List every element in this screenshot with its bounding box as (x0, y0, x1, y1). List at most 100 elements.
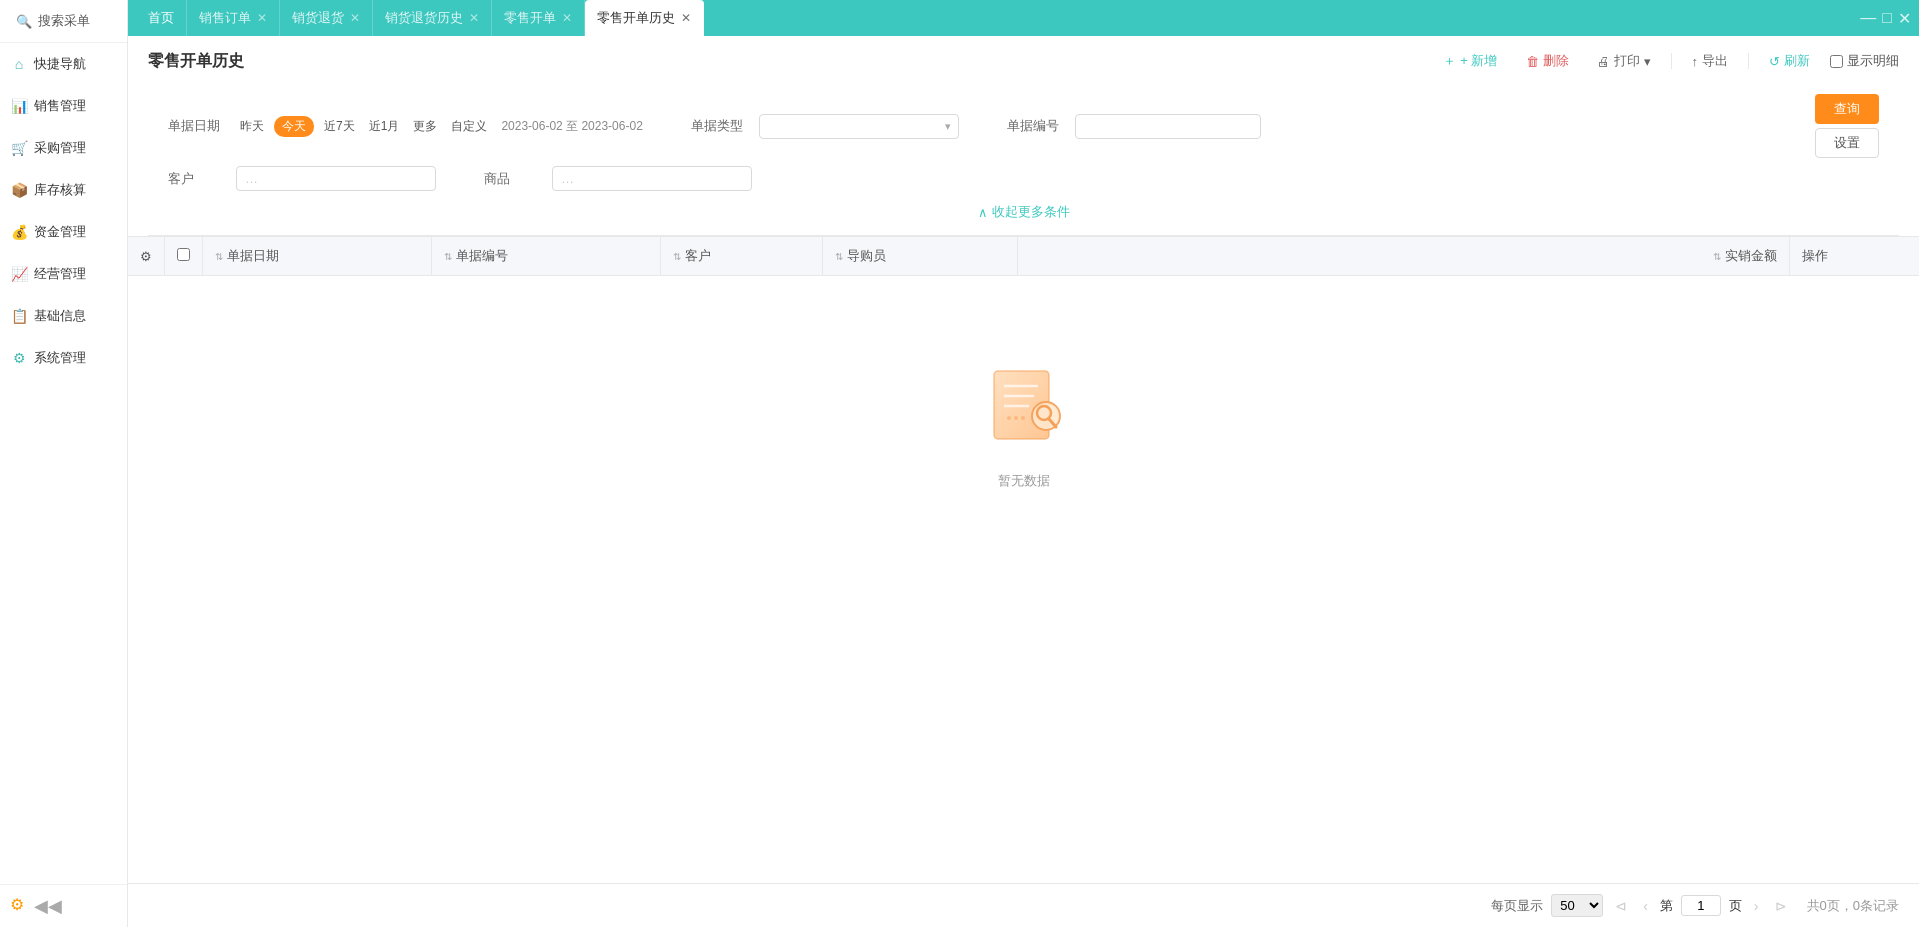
customer-filter-label: 客户 (168, 170, 228, 188)
tab-close-retail-open[interactable]: ✕ (562, 11, 572, 25)
table-header: ⚙ 单据日期 单据编号 客户 导购员 实销金额 操作 (128, 237, 1919, 276)
tab-retail-open[interactable]: 零售开单 ✕ (492, 0, 585, 36)
print-button[interactable]: 🖨 打印 ▾ (1589, 48, 1659, 74)
date-btn-more[interactable]: 更多 (409, 116, 441, 137)
delete-label: 删除 (1543, 52, 1569, 70)
date-btn-custom[interactable]: 自定义 (447, 116, 491, 137)
refresh-icon: ↺ (1769, 54, 1780, 69)
sales-mgmt-label: 销售管理 (34, 97, 86, 115)
data-table: ⚙ 单据日期 单据编号 客户 导购员 实销金额 操作 (128, 237, 1919, 570)
tab-close-sales-order[interactable]: ✕ (257, 11, 267, 25)
tab-close-sales-return-history[interactable]: ✕ (469, 11, 479, 25)
tabbar: 首页销售订单✕销货退货✕销货退货历史✕零售开单✕零售开单历史✕ — □ ✕ (128, 0, 1919, 36)
col-date[interactable]: 单据日期 (203, 237, 432, 276)
sort-guide[interactable]: 导购员 (835, 247, 1005, 265)
tab-label-sales-order: 销售订单 (199, 9, 251, 27)
tab-close-sales-return[interactable]: ✕ (350, 11, 360, 25)
delete-button[interactable]: 🗑 删除 (1518, 48, 1577, 74)
col-customer[interactable]: 客户 (660, 237, 822, 276)
sidebar-item-operation[interactable]: 📈 经营管理 (0, 253, 127, 295)
sales-mgmt-icon: 📊 (10, 97, 28, 115)
sidebar-item-finance[interactable]: 💰 资金管理 (0, 211, 127, 253)
sort-customer[interactable]: 客户 (673, 247, 810, 265)
settings-bottom-icon[interactable]: ⚙ (10, 895, 24, 917)
basic-info-label: 基础信息 (34, 307, 86, 325)
inventory-label: 库存核算 (34, 181, 86, 199)
collapse-more-btn[interactable]: ∧ 收起更多条件 (168, 199, 1879, 225)
tab-retail-open-history[interactable]: 零售开单历史✕ (585, 0, 704, 36)
page-label-after: 页 (1729, 897, 1742, 915)
collapse-label: 收起更多条件 (992, 203, 1070, 221)
tab-label-home: 首页 (148, 9, 174, 27)
new-button[interactable]: ＋ + 新增 (1435, 48, 1505, 74)
page-input[interactable] (1681, 895, 1721, 916)
last-page-button[interactable]: ⊳ (1771, 896, 1791, 916)
date-btn-today[interactable]: 今天 (274, 116, 314, 137)
sort-amount[interactable]: 实销金额 (1030, 247, 1776, 265)
sort-number[interactable]: 单据编号 (444, 247, 648, 265)
customer-input-placeholder: … (245, 171, 258, 186)
tab-close-retail-open-history[interactable]: ✕ (681, 11, 691, 25)
customer-input-wrap[interactable]: … (236, 166, 436, 191)
tab-label-retail-open: 零售开单 (504, 9, 556, 27)
tab-label-sales-return-history: 销货退货历史 (385, 9, 463, 27)
date-btn-7days[interactable]: 近7天 (320, 116, 359, 137)
filter-row-2: 客户 … 商品 … (168, 166, 1879, 191)
sidebar-item-inventory[interactable]: 📦 库存核算 (0, 169, 127, 211)
refresh-button[interactable]: ↺ 刷新 (1761, 48, 1818, 74)
type-select[interactable] (759, 114, 959, 139)
display-detail-input[interactable] (1830, 55, 1843, 68)
query-button[interactable]: 查询 (1815, 94, 1879, 124)
window-restore-icon[interactable]: □ (1882, 9, 1892, 28)
export-button[interactable]: ↑ 导出 (1684, 48, 1737, 74)
sort-date[interactable]: 单据日期 (215, 247, 419, 265)
sidebar-item-quick-nav[interactable]: ⌂ 快捷导航 (0, 43, 127, 85)
purchase-mgmt-label: 采购管理 (34, 139, 86, 157)
col-settings[interactable]: ⚙ (128, 237, 165, 276)
system-icon: ⚙ (10, 349, 28, 367)
per-page-select[interactable]: 50 10 20 100 (1551, 894, 1603, 917)
date-btn-1month[interactable]: 近1月 (365, 116, 404, 137)
next-page-button[interactable]: › (1750, 896, 1763, 916)
sidebar-item-system[interactable]: ⚙ 系统管理 (0, 337, 127, 379)
chevron-up-icon: ∧ (978, 205, 988, 220)
tab-container: 首页销售订单✕销货退货✕销货退货历史✕零售开单✕零售开单历史✕ (136, 0, 704, 36)
first-page-button[interactable]: ⊲ (1611, 896, 1631, 916)
select-all-checkbox[interactable] (177, 248, 190, 261)
display-detail-checkbox[interactable]: 显示明细 (1830, 52, 1899, 70)
content-area: 零售开单历史 ＋ + 新增 🗑 删除 🖨 打印 ▾ (128, 36, 1919, 927)
number-input[interactable] (1075, 114, 1261, 139)
window-close-icon[interactable]: ✕ (1898, 9, 1911, 28)
tab-sales-order[interactable]: 销售订单 ✕ (187, 0, 280, 36)
col-guide[interactable]: 导购员 (822, 237, 1017, 276)
window-minimize-icon[interactable]: — (1860, 9, 1876, 28)
tab-sales-return-history[interactable]: 销货退货历史 ✕ (373, 0, 492, 36)
page-label-before: 第 (1660, 897, 1673, 915)
goods-filter-label: 商品 (484, 170, 544, 188)
goods-input-wrap[interactable]: … (552, 166, 752, 191)
table-area: ⚙ 单据日期 单据编号 客户 导购员 实销金额 操作 (128, 237, 1919, 883)
tab-label-sales-return: 销货退货 (292, 9, 344, 27)
col-amount[interactable]: 实销金额 (1018, 237, 1789, 276)
type-select-wrap (759, 114, 959, 139)
empty-state: 暂无数据 (128, 276, 1919, 570)
filter-settings-button[interactable]: 设置 (1815, 128, 1879, 158)
search-menu-item[interactable]: 🔍 搜索采单 (0, 0, 127, 43)
col-number[interactable]: 单据编号 (431, 237, 660, 276)
quick-nav-label: 快捷导航 (34, 55, 86, 73)
prev-page-button[interactable]: ‹ (1639, 896, 1652, 916)
search-menu-label: 搜索采单 (38, 12, 90, 30)
date-btn-yesterday[interactable]: 昨天 (236, 116, 268, 137)
empty-row: 暂无数据 (128, 276, 1919, 571)
tab-sales-return[interactable]: 销货退货 ✕ (280, 0, 373, 36)
date-filter-label: 单据日期 (168, 117, 228, 135)
finance-label: 资金管理 (34, 223, 86, 241)
sidebar-item-sales-mgmt[interactable]: 📊 销售管理 (0, 85, 127, 127)
sidebar-item-basic-info[interactable]: 📋 基础信息 (0, 295, 127, 337)
quick-nav-icon: ⌂ (10, 55, 28, 73)
sidebar-item-purchase-mgmt[interactable]: 🛒 采购管理 (0, 127, 127, 169)
page-title: 零售开单历史 (148, 51, 244, 72)
col-check[interactable] (165, 237, 203, 276)
collapse-sidebar-icon[interactable]: ◀◀ (34, 895, 62, 917)
tab-home[interactable]: 首页 (136, 0, 187, 36)
